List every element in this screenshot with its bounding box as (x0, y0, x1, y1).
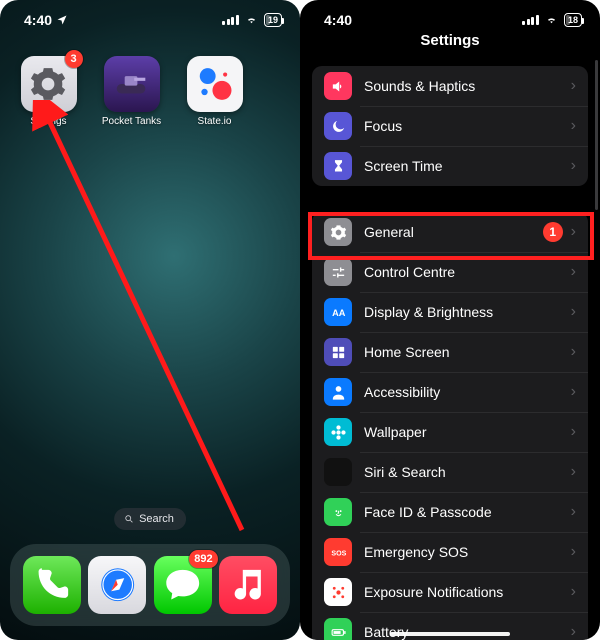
settings-row-label: Sounds & Haptics (364, 78, 571, 94)
settings-row-aa[interactable]: Display & Brightness› (312, 292, 588, 332)
chevron-right-icon: › (571, 503, 576, 521)
aa-icon (324, 298, 352, 326)
faceid-icon (324, 498, 352, 526)
chevron-right-icon: › (571, 463, 576, 481)
search-label: Search (139, 513, 174, 525)
search-icon (124, 514, 134, 524)
music-app[interactable] (219, 556, 277, 614)
settings-label: Settings (30, 116, 66, 127)
speaker-icon (324, 72, 352, 100)
status-bar: 4:40 18 (300, 0, 600, 40)
chevron-right-icon: › (571, 623, 576, 640)
settings-list[interactable]: Sounds & Haptics›Focus›Screen Time› Gene… (312, 66, 588, 640)
sos-icon (324, 538, 352, 566)
settings-row-sliders[interactable]: Control Centre› (312, 252, 588, 292)
battery-icon (324, 618, 352, 640)
settings-row-speaker[interactable]: Sounds & Haptics› (312, 66, 588, 106)
settings-row-label: Face ID & Passcode (364, 504, 571, 520)
status-bar: 4:40 19 (0, 0, 300, 40)
chevron-right-icon: › (571, 223, 576, 241)
tank-icon (112, 65, 150, 103)
chevron-right-icon: › (571, 343, 576, 361)
chevron-right-icon: › (571, 303, 576, 321)
cellular-icon (522, 15, 539, 25)
gear-icon (324, 218, 352, 246)
settings-row-label: General (364, 224, 543, 240)
settings-row-label: Accessibility (364, 384, 571, 400)
settings-app[interactable]: 3 Settings (16, 56, 81, 127)
settings-row-gear[interactable]: General1 › (312, 212, 588, 252)
settings-row-faceid[interactable]: Face ID & Passcode› (312, 492, 588, 532)
sliders-icon (324, 258, 352, 286)
gear-icon (29, 65, 67, 103)
chevron-right-icon: › (571, 157, 576, 175)
phone-app[interactable] (23, 556, 81, 614)
chevron-right-icon: › (571, 263, 576, 281)
chevron-right-icon: › (571, 77, 576, 95)
home-indicator[interactable] (390, 632, 510, 636)
status-time: 4:40 (324, 12, 352, 28)
wifi-icon (544, 14, 559, 26)
compass-icon (98, 565, 137, 604)
state-io-app[interactable]: State.io (182, 56, 247, 127)
settings-row-person[interactable]: Accessibility› (312, 372, 588, 412)
chevron-right-icon: › (571, 543, 576, 561)
wifi-icon (244, 14, 259, 26)
annotation-arrow (32, 100, 252, 540)
settings-row-label: Focus (364, 118, 571, 134)
settings-row-sos[interactable]: Emergency SOS› (312, 532, 588, 572)
settings-row-label: Display & Brightness (364, 304, 571, 320)
settings-row-label: Exposure Notifications (364, 584, 571, 600)
grid-icon (324, 338, 352, 366)
state-io-label: State.io (198, 116, 232, 127)
settings-row-label: Screen Time (364, 158, 571, 174)
messages-app[interactable]: 892 (154, 556, 212, 614)
settings-row-siri[interactable]: Siri & Search› (312, 452, 588, 492)
settings-row-exposure[interactable]: Exposure Notifications› (312, 572, 588, 612)
settings-row-label: Emergency SOS (364, 544, 571, 560)
home-screen: 4:40 19 3 Settings Pocket Tanks (0, 0, 300, 640)
messages-badge: 892 (189, 550, 217, 568)
battery-icon: 19 (264, 13, 282, 27)
settings-row-flower[interactable]: Wallpaper› (312, 412, 588, 452)
settings-row-label: Siri & Search (364, 464, 571, 480)
person-icon (324, 378, 352, 406)
settings-screen: 4:40 18 Settings Sounds & Haptics›Focus›… (300, 0, 600, 640)
phone-icon (32, 565, 71, 604)
pocket-tanks-app[interactable]: Pocket Tanks (99, 56, 164, 127)
chat-bubble-icon (163, 565, 202, 604)
chevron-right-icon: › (571, 117, 576, 135)
exposure-icon (324, 578, 352, 606)
siri-icon (324, 458, 352, 486)
settings-row-moon[interactable]: Focus› (312, 106, 588, 146)
settings-row-label: Wallpaper (364, 424, 571, 440)
spotlight-search[interactable]: Search (114, 508, 186, 530)
state-io-icon (195, 65, 233, 103)
chevron-right-icon: › (571, 383, 576, 401)
chevron-right-icon: › (571, 583, 576, 601)
music-note-icon (228, 565, 267, 604)
status-time: 4:40 (24, 12, 52, 28)
settings-row-label: Control Centre (364, 264, 571, 280)
dock: 892 (10, 544, 290, 626)
chevron-right-icon: › (571, 423, 576, 441)
moon-icon (324, 112, 352, 140)
settings-row-label: Home Screen (364, 344, 571, 360)
location-icon (56, 14, 68, 26)
safari-app[interactable] (88, 556, 146, 614)
cellular-icon (222, 15, 239, 25)
settings-row-grid[interactable]: Home Screen› (312, 332, 588, 372)
hourglass-icon (324, 152, 352, 180)
settings-row-hourglass[interactable]: Screen Time› (312, 146, 588, 186)
battery-icon: 18 (564, 13, 582, 27)
pocket-tanks-label: Pocket Tanks (102, 116, 161, 127)
flower-icon (324, 418, 352, 446)
home-app-row: 3 Settings Pocket Tanks State.io (16, 56, 247, 127)
settings-badge: 3 (65, 50, 83, 68)
settings-row-badge: 1 (543, 222, 563, 242)
